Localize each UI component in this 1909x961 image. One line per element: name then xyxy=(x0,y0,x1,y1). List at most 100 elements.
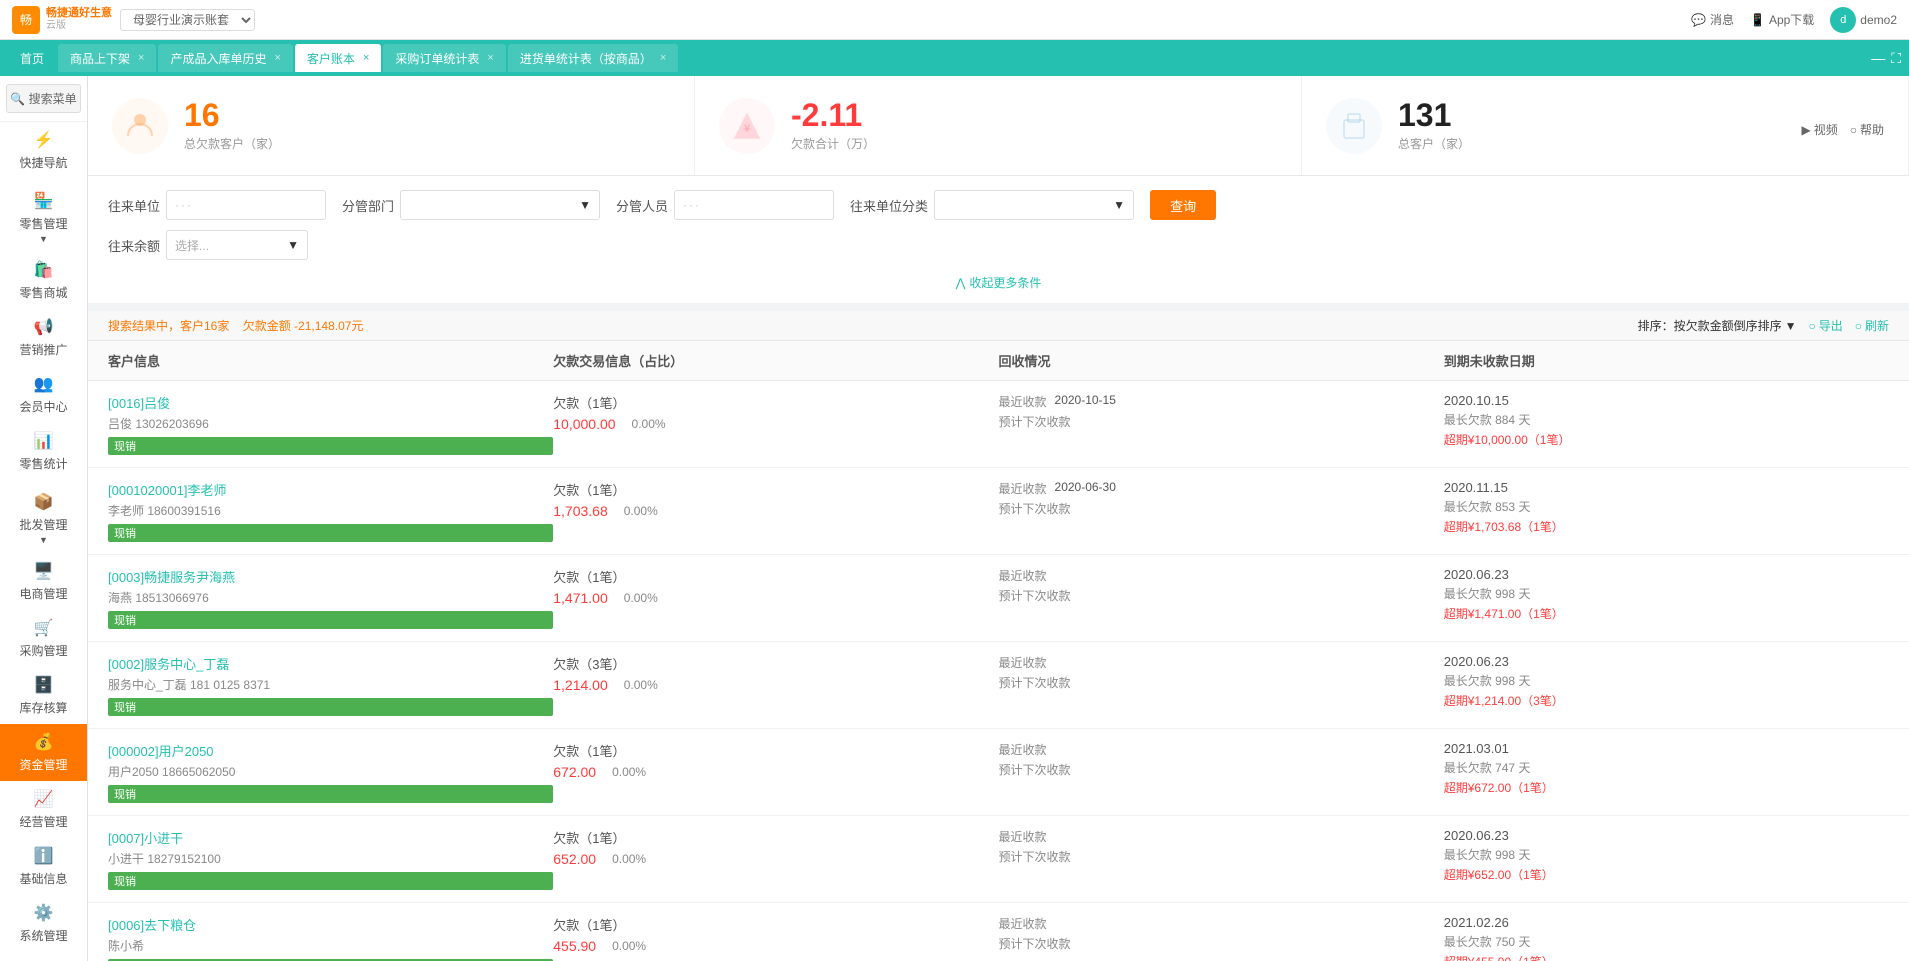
person-input[interactable]: ··· xyxy=(674,190,834,220)
sidebar-item-batch-mgmt[interactable]: 📦 批发管理 ▼ xyxy=(0,484,87,553)
message-button[interactable]: 💬 消息 xyxy=(1691,11,1734,28)
sidebar-item-marketing[interactable]: 📢 营销推广 xyxy=(0,309,87,366)
customer-name-0[interactable]: [0016]吕俊 xyxy=(108,393,553,412)
sidebar-item-purchase-mgmt[interactable]: 🛒 采购管理 xyxy=(0,610,87,667)
overdue-amount-3[interactable]: 超期¥1,214.00（3笔） xyxy=(1444,692,1889,709)
customer-phone-5: 小进干 18279152100 xyxy=(108,850,553,867)
customer-phone-1: 李老师 18600391516 xyxy=(108,502,553,519)
col-header-overdue: 到期未收款日期 xyxy=(1444,351,1889,370)
collapse-filters-button[interactable]: ⋀ 收起更多条件 xyxy=(108,270,1889,295)
sidebar-item-base-info[interactable]: ℹ️ 基础信息 xyxy=(0,838,87,895)
phone-icon: 📱 xyxy=(1750,13,1765,27)
refresh-button[interactable]: ○ 刷新 xyxy=(1855,317,1889,334)
close-tab-product-listing[interactable]: × xyxy=(138,52,144,64)
sidebar-item-retail-mgmt[interactable]: 🏪 零售管理 ▼ xyxy=(0,183,87,252)
close-tab-import-stats[interactable]: × xyxy=(660,52,666,64)
debt-customers-value: 16 xyxy=(184,99,280,131)
search-menu-button[interactable]: 🔍 搜索菜单 xyxy=(6,84,81,113)
results-actions: 排序：按欠款金额倒序排序 ▼ ○ 导出 ○ 刷新 xyxy=(1638,317,1889,334)
sort-selector[interactable]: 排序：按欠款金额倒序排序 ▼ xyxy=(1638,317,1797,334)
unit-category-filter: 往来单位分类 ▼ xyxy=(850,190,1134,220)
sidebar-item-capital-mgmt[interactable]: 💰 资金管理 xyxy=(0,724,87,781)
overdue-date-2: 2020.06.23 xyxy=(1444,567,1889,582)
video-button[interactable]: ▶ 视频 xyxy=(1801,121,1837,138)
debt-info-4: 欠款（1笔） 672.00 0.00% xyxy=(553,741,998,780)
overdue-amount-4[interactable]: 超期¥672.00（1笔） xyxy=(1444,779,1889,796)
sidebar-item-retail-stats[interactable]: 📊 零售统计 xyxy=(0,423,87,480)
dept-select[interactable]: ▼ xyxy=(400,190,600,220)
sidebar-item-system-mgmt[interactable]: ⚙️ 系统管理 xyxy=(0,895,87,952)
sidebar-item-inventory-check[interactable]: 🗄️ 库存核算 xyxy=(0,667,87,724)
balance-select[interactable]: 选择... ▼ xyxy=(166,230,308,260)
debt-info-5: 欠款（1笔） 652.00 0.00% xyxy=(553,828,998,867)
overdue-days-0: 最长欠款 884 天 xyxy=(1444,411,1889,428)
sidebar-item-ecommerce-mgmt[interactable]: 🖥️ 电商管理 xyxy=(0,553,87,610)
minimize-window-icon[interactable]: — xyxy=(1871,50,1885,67)
overdue-info-1: 2020.11.15 最长欠款 853 天 超期¥1,703.68（1笔） xyxy=(1444,480,1889,535)
overdue-date-1: 2020.11.15 xyxy=(1444,480,1889,495)
sidebar-item-quick-nav[interactable]: ⚡ 快捷导航 xyxy=(0,122,87,179)
recovery-info-0: 最近收款 2020-10-15 预计下次收款 xyxy=(999,393,1444,430)
overdue-date-3: 2020.06.23 xyxy=(1444,654,1889,669)
overdue-amount-0[interactable]: 超期¥10,000.00（1笔） xyxy=(1444,431,1889,448)
message-icon: 💬 xyxy=(1691,13,1706,27)
debt-amount-1: 1,703.68 xyxy=(553,503,608,519)
overdue-amount-1[interactable]: 超期¥1,703.68（1笔） xyxy=(1444,518,1889,535)
close-tab-purchase-stats[interactable]: × xyxy=(487,52,493,64)
nav-tabs-bar: 首页 商品上下架 × 产成品入库单历史 × 客户账本 × 采购订单统计表 × 进… xyxy=(0,40,1909,76)
recovery-info-1: 最近收款 2020-06-30 预计下次收款 xyxy=(999,480,1444,517)
customer-name-2[interactable]: [0003]畅捷服务尹海燕 xyxy=(108,567,553,586)
debt-count-1: 欠款（1笔） xyxy=(553,480,998,499)
recovery-info-3: 最近收款 预计下次收款 xyxy=(999,654,1444,691)
overdue-amount-2[interactable]: 超期¥1,471.00（1笔） xyxy=(1444,605,1889,622)
from-unit-input[interactable]: ··· xyxy=(166,190,326,220)
unit-category-select[interactable]: ▼ xyxy=(934,190,1134,220)
balance-filter: 往来余额 选择... ▼ xyxy=(108,230,308,260)
tab-product-history[interactable]: 产成品入库单历史 × xyxy=(158,44,292,72)
stat-block-total-customers: 131 总客户（家） ▶ 视频 ○ 帮助 xyxy=(1302,76,1909,175)
base-info-icon: ℹ️ xyxy=(34,846,54,866)
tab-home[interactable]: 首页 xyxy=(8,44,56,72)
total-debt-value: -2.11 xyxy=(791,99,875,131)
next-pay-label-6: 预计下次收款 xyxy=(999,935,1071,952)
search-button[interactable]: 查询 xyxy=(1150,190,1216,220)
sidebar-item-enterprise-collab[interactable]: 🤝 企业协同 xyxy=(0,952,87,961)
customer-name-3[interactable]: [0002]服务中心_丁磊 xyxy=(108,654,553,673)
sidebar-item-retail-mall[interactable]: 🛍️ 零售商城 xyxy=(0,252,87,309)
maximize-window-icon[interactable]: ⛶ xyxy=(1891,50,1901,67)
search-icon: 🔍 xyxy=(10,92,25,106)
sidebar-item-member-center[interactable]: 👥 会员中心 xyxy=(0,366,87,423)
customer-phone-4: 用户2050 18665062050 xyxy=(108,763,553,780)
retail-mgmt-icon: 🏪 xyxy=(34,191,54,211)
tab-purchase-stats[interactable]: 采购订单统计表 × xyxy=(383,44,505,72)
recovery-info-5: 最近收款 预计下次收款 xyxy=(999,828,1444,865)
tab-import-stats[interactable]: 进货单统计表（按商品） × xyxy=(508,44,678,72)
sort-arrow: ▼ xyxy=(1785,319,1797,333)
overdue-info-0: 2020.10.15 最长欠款 884 天 超期¥10,000.00（1笔） xyxy=(1444,393,1889,448)
user-profile[interactable]: d demo2 xyxy=(1830,7,1897,33)
tab-customer-account[interactable]: 客户账本 × xyxy=(295,44,381,72)
company-selector[interactable]: 母婴行业演示账套 xyxy=(120,9,255,31)
overdue-info-3: 2020.06.23 最长欠款 998 天 超期¥1,214.00（3笔） xyxy=(1444,654,1889,709)
overdue-amount-5[interactable]: 超期¥652.00（1笔） xyxy=(1444,866,1889,883)
export-button[interactable]: ○ 导出 xyxy=(1808,317,1842,334)
tab-product-listing[interactable]: 商品上下架 × xyxy=(58,44,156,72)
debt-pct-6: 0.00% xyxy=(612,939,646,953)
unit-cat-arrow: ▼ xyxy=(1113,198,1125,212)
help-button[interactable]: ○ 帮助 xyxy=(1850,121,1884,138)
retail-stats-icon: 📊 xyxy=(34,431,54,451)
stat-block-debt-customers: 16 总欠款客户（家） xyxy=(88,76,695,175)
app-download-button[interactable]: 📱 App下载 xyxy=(1750,11,1814,28)
sidebar-item-operations-mgmt[interactable]: 📈 经营管理 xyxy=(0,781,87,838)
customer-name-1[interactable]: [0001020001]李老师 xyxy=(108,480,553,499)
debt-count-3: 欠款（3笔） xyxy=(553,654,998,673)
capital-icon: 💰 xyxy=(34,732,54,752)
table-row: [0003]畅捷服务尹海燕 海燕 18513066976 现销 欠款（1笔） 1… xyxy=(88,555,1909,642)
customer-name-5[interactable]: [0007]小进干 xyxy=(108,828,553,847)
customer-name-4[interactable]: [000002]用户2050 xyxy=(108,741,553,760)
overdue-amount-6[interactable]: 超期¥455.90（1笔） xyxy=(1444,953,1889,961)
debt-amount-4: 672.00 xyxy=(553,764,596,780)
close-tab-product-history[interactable]: × xyxy=(274,52,280,64)
customer-name-6[interactable]: [0006]去下粮仓 xyxy=(108,915,553,934)
close-tab-customer-account[interactable]: × xyxy=(363,52,369,64)
